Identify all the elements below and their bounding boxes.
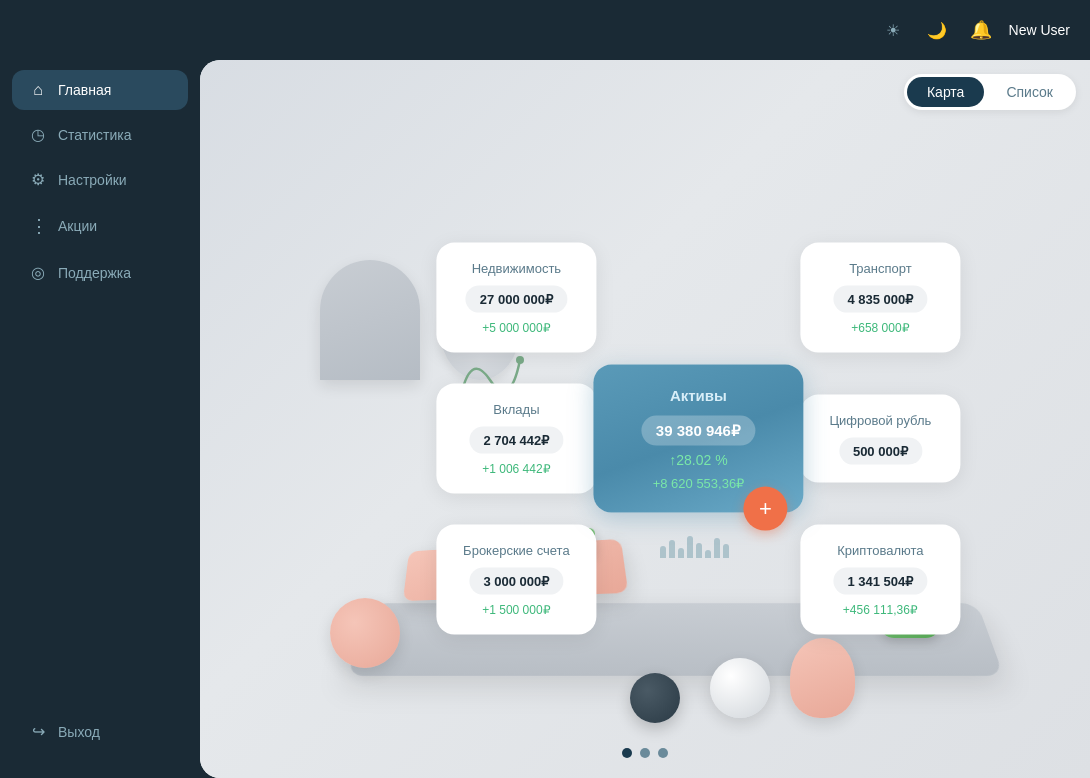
card-transport-amount: 4 835 000₽ [833, 286, 927, 313]
sidebar-item-stocks[interactable]: ⋮ Акции [12, 204, 188, 248]
sidebar-item-logout-label: Выход [58, 724, 100, 740]
home-icon: ⌂ [28, 81, 48, 99]
topbar-icons: ☀ 🌙 🔔 New User [877, 14, 1070, 46]
card-broker[interactable]: Брокерские счета 3 000 000₽ +1 500 000₽ [436, 525, 596, 635]
card-broker-title: Брокерские счета [456, 543, 576, 558]
card-digital-title: Цифровой рубль [820, 413, 940, 428]
pink-circle-shape [330, 598, 400, 668]
card-deposits-change: +1 006 442₽ [456, 462, 576, 476]
sidebar-nav: ⌂ Главная ◷ Статистика ⚙ Настройки ⋮ Акц… [0, 70, 200, 707]
sidebar-item-settings[interactable]: ⚙ Настройки [12, 159, 188, 200]
dark-mode-icon[interactable]: 🌙 [921, 14, 953, 46]
sidebar-item-stocks-label: Акции [58, 218, 97, 234]
main-layout: ⌂ Главная ◷ Статистика ⚙ Настройки ⋮ Акц… [0, 60, 1090, 778]
card-deposits-title: Вклады [456, 402, 576, 417]
sidebar-item-home[interactable]: ⌂ Главная [12, 70, 188, 110]
notification-bell-icon[interactable]: 🔔 [965, 14, 997, 46]
sidebar-item-settings-label: Настройки [58, 172, 127, 188]
card-assets[interactable]: Активы 39 380 946₽ ↑28.02 % +8 620 553,3… [593, 365, 803, 513]
view-toggle: Карта Список [904, 74, 1076, 110]
card-assets-percent: ↑28.02 % [617, 452, 779, 468]
card-crypto-change: +456 111,36₽ [820, 603, 940, 617]
card-transport-title: Транспорт [820, 261, 940, 276]
username-label: New User [1009, 22, 1070, 38]
logout-icon: ↪ [28, 722, 48, 741]
add-asset-button[interactable]: + [743, 487, 787, 531]
card-deposits[interactable]: Вклады 2 704 442₽ +1 006 442₽ [436, 384, 596, 494]
sidebar-item-logout[interactable]: ↪ Выход [12, 711, 188, 752]
list-view-button[interactable]: Список [986, 77, 1073, 107]
topbar: ☀ 🌙 🔔 New User [0, 0, 1090, 60]
card-digital[interactable]: Цифровой рубль 500 000₽ [800, 395, 960, 483]
card-transport[interactable]: Транспорт 4 835 000₽ +658 000₽ [800, 243, 960, 353]
sidebar-item-support-label: Поддержка [58, 265, 131, 281]
card-crypto-title: Криптовалюта [820, 543, 940, 558]
dark-circle-shape [630, 673, 680, 723]
card-crypto[interactable]: Криптовалюта 1 341 504₽ +456 111,36₽ [800, 525, 960, 635]
sidebar-item-stats[interactable]: ◷ Статистика [12, 114, 188, 155]
map-view-button[interactable]: Карта [907, 77, 984, 107]
card-realestate-change: +5 000 000₽ [456, 321, 576, 335]
light-mode-icon[interactable]: ☀ [877, 14, 909, 46]
card-assets-title: Активы [617, 387, 779, 404]
card-transport-change: +658 000₽ [820, 321, 940, 335]
settings-icon: ⚙ [28, 170, 48, 189]
pagination-dots [622, 748, 668, 758]
sidebar-item-stats-label: Статистика [58, 127, 132, 143]
card-digital-amount: 500 000₽ [839, 438, 922, 465]
card-realestate[interactable]: Недвижимость 27 000 000₽ +5 000 000₽ [436, 243, 596, 353]
stocks-icon: ⋮ [28, 215, 48, 237]
pagination-dot-2[interactable] [640, 748, 650, 758]
card-realestate-amount: 27 000 000₽ [466, 286, 567, 313]
support-icon: ◎ [28, 263, 48, 282]
pagination-dot-3[interactable] [658, 748, 668, 758]
sidebar: ⌂ Главная ◷ Статистика ⚙ Настройки ⋮ Акц… [0, 60, 200, 778]
sidebar-item-home-label: Главная [58, 82, 111, 98]
stats-icon: ◷ [28, 125, 48, 144]
card-broker-amount: 3 000 000₽ [469, 568, 563, 595]
card-assets-amount: 39 380 946₽ [642, 416, 755, 446]
sidebar-bottom: ↪ Выход [0, 707, 200, 768]
white-sphere-shape [710, 658, 770, 718]
card-broker-change: +1 500 000₽ [456, 603, 576, 617]
pagination-dot-1[interactable] [622, 748, 632, 758]
arch-left-shape [320, 260, 420, 380]
card-deposits-amount: 2 704 442₽ [469, 427, 563, 454]
card-realestate-title: Недвижимость [456, 261, 576, 276]
card-crypto-amount: 1 341 504₽ [833, 568, 927, 595]
content-area: Карта Список Недвижимость 27 000 000₽ +5… [200, 60, 1090, 778]
pink-cone-shape [790, 638, 855, 718]
sidebar-item-support[interactable]: ◎ Поддержка [12, 252, 188, 293]
cards-container: Недвижимость 27 000 000₽ +5 000 000₽ Тра… [431, 243, 965, 635]
